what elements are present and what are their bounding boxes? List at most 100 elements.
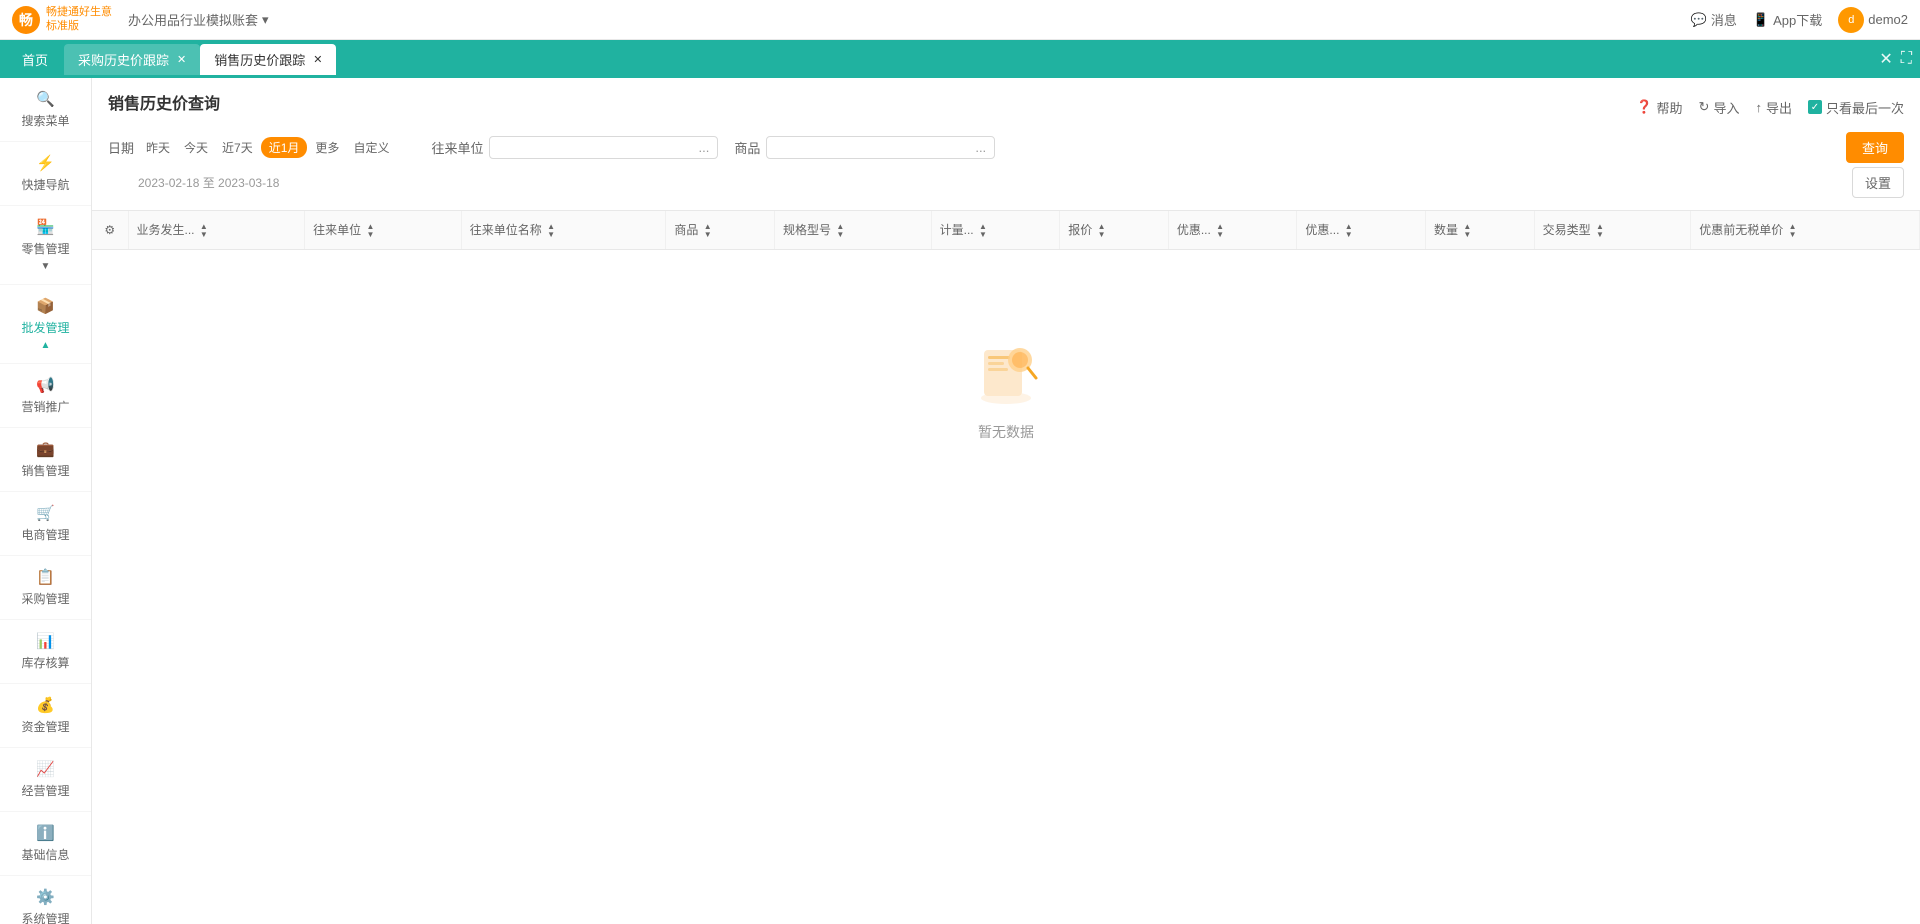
sales-icon: 💼 (36, 440, 55, 458)
date-btn-custom[interactable]: 自定义 (347, 137, 395, 158)
top-bar-right: 💬 消息 📱 App下载 d demo2 (1691, 7, 1908, 33)
retail-icon: 🏪 (36, 218, 55, 236)
filter-row: 日期 昨天 今天 近7天 近1月 更多 自定义 (108, 132, 1904, 163)
th-price[interactable]: 报价 ▲▼ (1060, 211, 1169, 249)
empty-state: 暂无数据 (92, 250, 1920, 522)
page-header-top: 销售历史价查询 ❓ 帮助 ↻ 导入 ↑ 导出 ✓ (108, 90, 1904, 124)
date-btn-7days[interactable]: 近7天 (216, 137, 259, 158)
table-header: ⚙ 业务发生... ▲▼ 往来单位 ▲▼ 往来单位名称 ▲▼ (92, 211, 1920, 249)
sidebar-item-inventory[interactable]: 📊 库存核算 (0, 620, 91, 684)
chevron-down-icon: ▾ (262, 12, 269, 28)
tab-purchase[interactable]: 采购历史价跟踪 ✕ (64, 44, 200, 75)
th-tax-price[interactable]: 优惠前无税单价 ▲▼ (1691, 211, 1920, 249)
help-icon: ❓ (1636, 99, 1652, 115)
th-date[interactable]: 业务发生... ▲▼ (128, 211, 305, 249)
sort-icon: ▲▼ (979, 223, 987, 239)
filter-actions: 查询 (1846, 132, 1904, 163)
export-button[interactable]: ↑ 导出 (1755, 98, 1792, 117)
finance-icon: 💰 (36, 696, 55, 714)
goods-dots-button[interactable]: ... (975, 140, 986, 155)
chevron-down-icon: ▼ (41, 261, 51, 272)
goods-filter: 商品 ... (734, 136, 995, 159)
import-button[interactable]: ↻ 导入 (1699, 98, 1740, 117)
sort-icon: ▲▼ (836, 223, 844, 239)
th-gear: ⚙ (92, 211, 128, 249)
sort-icon: ▲▼ (200, 223, 208, 239)
sidebar-item-search[interactable]: 🔍 搜索菜单 (0, 78, 91, 142)
close-tab-button[interactable]: ✕ (1879, 49, 1892, 69)
tab-sales[interactable]: 销售历史价跟踪 ✕ (200, 44, 336, 75)
sidebar-item-wholesale[interactable]: 📦 批发管理 ▲ (0, 285, 91, 364)
top-bar-left: 畅 畅捷通好生意 标准版 办公用品行业模拟账套 ▾ (12, 6, 277, 34)
import-icon: ↻ (1699, 99, 1710, 115)
tab-purchase-label: 采购历史价跟踪 (78, 50, 169, 69)
goods-input-wrapper[interactable]: ... (766, 136, 995, 159)
th-unit[interactable]: 计量... ▲▼ (931, 211, 1060, 249)
settings-button[interactable]: 设置 (1852, 167, 1904, 198)
wholesale-icon: 📦 (36, 297, 55, 315)
tab-bar-actions: ✕ ⛶ (1879, 49, 1912, 69)
goods-input[interactable] (775, 140, 975, 155)
empty-icon (966, 330, 1046, 410)
date-btn-more[interactable]: 更多 (309, 137, 345, 158)
sidebar-item-system[interactable]: ⚙️ 系统管理 (0, 876, 91, 924)
sort-icon: ▲▼ (704, 223, 712, 239)
th-unit-code[interactable]: 往来单位 ▲▼ (305, 211, 462, 249)
th-quantity[interactable]: 数量 ▲▼ (1426, 211, 1535, 249)
sidebar-item-finance[interactable]: 💰 资金管理 (0, 684, 91, 748)
sort-icon: ▲▼ (366, 223, 374, 239)
message-button[interactable]: 💬 消息 (1691, 10, 1737, 29)
sidebar-item-sales-mgmt[interactable]: 💼 销售管理 (0, 428, 91, 492)
sidebar-item-operations[interactable]: 📈 经营管理 (0, 748, 91, 812)
avatar: d (1838, 7, 1864, 33)
date-filter: 日期 昨天 今天 近7天 近1月 更多 自定义 (108, 137, 395, 158)
th-goods[interactable]: 商品 ▲▼ (666, 211, 775, 249)
sidebar-item-purchase-mgmt[interactable]: 📋 采购管理 (0, 556, 91, 620)
sidebar-item-base[interactable]: ℹ️ 基础信息 (0, 812, 91, 876)
sidebar-item-quick-nav[interactable]: ⚡ 快捷导航 (0, 142, 91, 206)
unit-input[interactable] (498, 140, 698, 155)
user-menu[interactable]: d demo2 (1838, 7, 1908, 33)
date-label: 日期 (108, 138, 134, 157)
date-btn-yesterday[interactable]: 昨天 (140, 137, 176, 158)
only-latest-checkbox[interactable]: ✓ (1808, 100, 1822, 114)
tab-purchase-close[interactable]: ✕ (177, 53, 186, 66)
th-spec[interactable]: 规格型号 ▲▼ (774, 211, 931, 249)
sort-icon: ▲▼ (1098, 223, 1106, 239)
only-latest-checkbox-label[interactable]: ✓ 只看最后一次 (1808, 98, 1904, 117)
th-discount2[interactable]: 优惠... ▲▼ (1297, 211, 1426, 249)
gear-icon[interactable]: ⚙ (104, 223, 115, 237)
tab-bar: 首页 采购历史价跟踪 ✕ 销售历史价跟踪 ✕ ✕ ⛶ (0, 40, 1920, 78)
date-btn-1month[interactable]: 近1月 (261, 137, 308, 158)
sidebar-item-retail[interactable]: 🏪 零售管理 ▼ (0, 206, 91, 285)
sort-icon: ▲▼ (1596, 223, 1604, 239)
help-button[interactable]: ❓ 帮助 (1636, 98, 1682, 117)
date-btn-today[interactable]: 今天 (178, 137, 214, 158)
th-discount1[interactable]: 优惠... ▲▼ (1168, 211, 1297, 249)
app-download-button[interactable]: 📱 App下载 (1753, 10, 1822, 29)
header-right-actions: ❓ 帮助 ↻ 导入 ↑ 导出 ✓ 只看最后一次 (1636, 98, 1904, 117)
sort-icon: ▲▼ (1345, 223, 1353, 239)
sidebar-item-ecommerce[interactable]: 🛒 电商管理 (0, 492, 91, 556)
tab-home[interactable]: 首页 (8, 44, 62, 75)
query-button[interactable]: 查询 (1846, 132, 1904, 163)
download-icon: 📱 (1753, 12, 1769, 28)
maximize-button[interactable]: ⛶ (1901, 50, 1912, 68)
unit-dots-button[interactable]: ... (698, 140, 709, 155)
content-area: 销售历史价查询 ❓ 帮助 ↻ 导入 ↑ 导出 ✓ (92, 78, 1920, 924)
system-icon: ⚙️ (36, 888, 55, 906)
message-icon: 💬 (1691, 12, 1707, 28)
tab-home-label: 首页 (22, 50, 48, 69)
app-selector[interactable]: 办公用品行业模拟账套 ▾ (120, 6, 277, 33)
ecommerce-icon: 🛒 (36, 504, 55, 522)
th-trade-type[interactable]: 交易类型 ▲▼ (1534, 211, 1691, 249)
unit-filter: 往来单位 ... (431, 136, 718, 159)
filter-bar: 日期 昨天 今天 近7天 近1月 更多 自定义 (108, 132, 1904, 210)
sort-icon: ▲▼ (1216, 223, 1224, 239)
tab-sales-close[interactable]: ✕ (313, 53, 322, 66)
sort-icon: ▲▼ (1789, 223, 1797, 239)
sidebar-item-marketing[interactable]: 📢 营销推广 (0, 364, 91, 428)
page-title: 销售历史价查询 (108, 90, 220, 114)
unit-input-wrapper[interactable]: ... (489, 136, 718, 159)
th-unit-name[interactable]: 往来单位名称 ▲▼ (461, 211, 666, 249)
